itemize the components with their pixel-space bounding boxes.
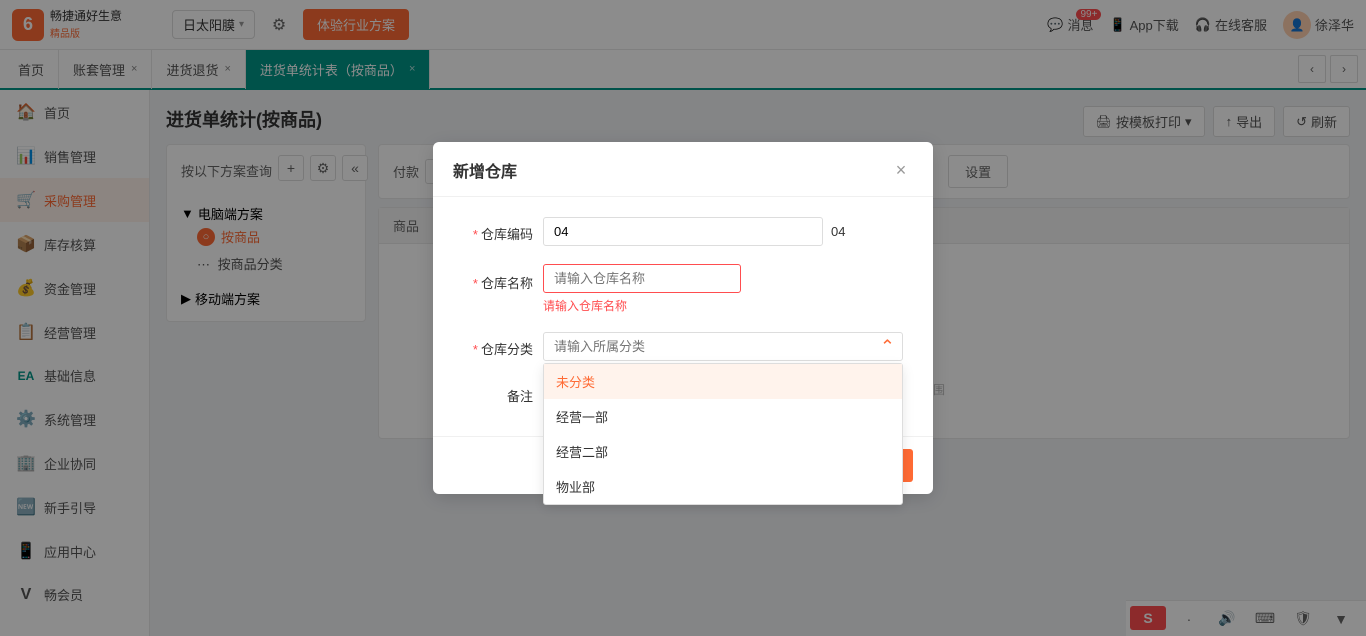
category-arrow-icon[interactable]: ⌃ xyxy=(880,336,895,357)
category-input[interactable] xyxy=(543,332,903,361)
category-select-wrapper: ⌃ 未分类 经营一部 经营二部 物业部 xyxy=(543,332,903,361)
warehouse-name-error: 请输入仓库名称 xyxy=(543,297,627,314)
category-dropdown: 未分类 经营一部 经营二部 物业部 xyxy=(543,363,903,505)
warehouse-name-input[interactable] xyxy=(543,264,741,293)
dropdown-item-dept2[interactable]: 经营二部 xyxy=(544,434,902,469)
dropdown-item-dept1[interactable]: 经营一部 xyxy=(544,399,902,434)
warehouse-name-label: *仓库名称 xyxy=(463,266,543,292)
modal-close-button[interactable]: × xyxy=(889,158,913,182)
warehouse-code-value: 04 xyxy=(831,217,845,239)
new-warehouse-modal: 新增仓库 × *仓库编码 04 *仓库名称 xyxy=(433,142,933,494)
warehouse-name-row: *仓库名称 请输入仓库名称 xyxy=(463,264,903,314)
required-star: * xyxy=(473,227,478,242)
modal-overlay: 新增仓库 × *仓库编码 04 *仓库名称 xyxy=(0,0,1366,636)
modal-header: 新增仓库 × xyxy=(433,142,933,197)
warehouse-category-label: *仓库分类 xyxy=(463,332,543,358)
modal-body: *仓库编码 04 *仓库名称 请输入仓库名称 xyxy=(433,197,933,436)
warehouse-category-row: *仓库分类 ⌃ 未分类 经营一部 经营二部 物业部 xyxy=(463,332,903,361)
warehouse-code-label: *仓库编码 xyxy=(463,217,543,243)
modal-title: 新增仓库 xyxy=(453,158,517,182)
dropdown-item-property[interactable]: 物业部 xyxy=(544,469,902,504)
dropdown-item-none[interactable]: 未分类 xyxy=(544,364,902,399)
warehouse-code-input[interactable] xyxy=(543,217,823,246)
warehouse-code-row: *仓库编码 04 xyxy=(463,217,903,246)
notes-label: 备注 xyxy=(463,379,543,405)
